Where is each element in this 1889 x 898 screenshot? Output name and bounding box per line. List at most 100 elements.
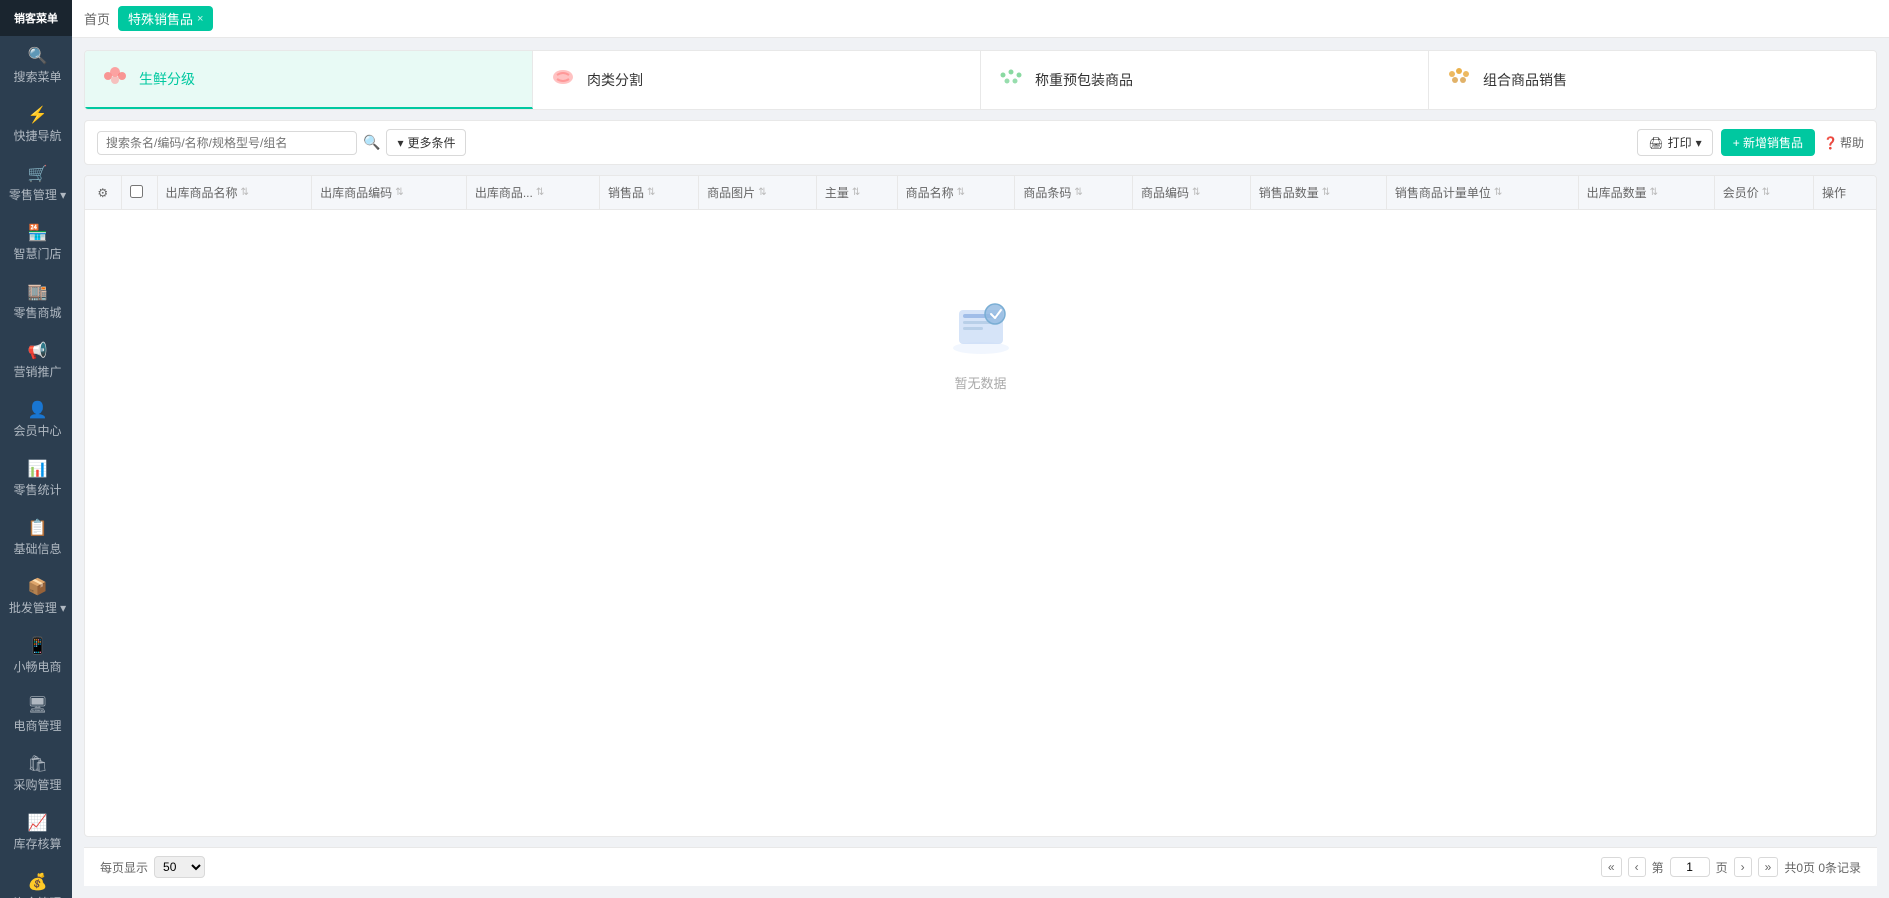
empty-illustration [941,290,1021,373]
search-area: 🔍 ▾ 更多条件 [97,129,1629,156]
sidebar-label-basic-info: 基础信息 [13,542,61,556]
sidebar-icon-batch-mgmt: 📦 [7,577,68,597]
sidebar-icon-retail-stats: 📊 [7,459,68,479]
meat-cut-icon [549,66,577,88]
col-sale-qty[interactable]: 销售品数量⇅ [1250,176,1386,210]
select-all-checkbox[interactable] [130,185,143,198]
help-icon: ❓ [1823,136,1838,150]
sidebar-icon-search-menu: 🔍 [7,46,68,66]
main-area: 首页 特殊销售品 × 生鲜分级 肉类分割 [72,0,1889,898]
active-tab-tag[interactable]: 特殊销售品 × [118,6,213,31]
sidebar-item-purchase-mgmt[interactable]: 🛍 采购管理 [0,744,72,803]
sidebar-item-quick-nav[interactable]: ⚡ 快捷导航 [0,95,72,154]
col-member-price[interactable]: 会员价⇅ [1714,176,1813,210]
filter-button[interactable]: ▾ 更多条件 [386,129,466,156]
next-page-button[interactable]: › [1734,857,1752,877]
sidebar-item-finance[interactable]: 💰资金管理 [0,862,72,898]
tab-card-icon-meat-cut [549,66,577,94]
sidebar-icon-member: 👤 [7,400,68,420]
page-unit: 页 [1716,859,1728,876]
last-page-button[interactable]: » [1758,857,1779,877]
prev-page-button[interactable]: ‹ [1628,857,1646,877]
page-size-select[interactable]: 10 20 50 100 [154,856,205,878]
tab-card-label-meat-cut: 肉类分割 [587,70,643,90]
col-sale-unit[interactable]: 销售商品计量单位⇅ [1386,176,1578,210]
col-out-name[interactable]: 出库商品名称⇅ [157,176,312,210]
col-out-qty[interactable]: 出库品数量⇅ [1578,176,1714,210]
tab-card-label-combo-sell: 组合商品销售 [1483,70,1567,90]
sidebar-icon-purchase-mgmt: 🛍 [7,754,68,774]
tab-card-fresh-grade[interactable]: 生鲜分级 [85,51,533,109]
total-label: 共0页 0条记录 [1784,859,1861,876]
sidebar-item-smart-store[interactable]: 🏪智慧门店 [0,213,72,272]
col-weight[interactable]: 主量⇅ [816,176,897,210]
col-goods-barcode[interactable]: 商品条码⇅ [1015,176,1133,210]
sidebar-item-mini-ecom[interactable]: 📱小畅电商 [0,626,72,685]
app-logo: 销客菜单 [0,0,72,36]
col-out-detail[interactable]: 出库商品...⇅ [466,176,599,210]
sidebar-icon-retail-mall: 🏬 [7,282,68,302]
sidebar-label-search-menu: 搜索菜单 [13,70,61,84]
sidebar-label-member: 会员中心 [13,424,61,438]
sidebar-item-retail-stats[interactable]: 📊零售统计 [0,449,72,508]
sidebar-item-retail-mall[interactable]: 🏬零售商城 [0,272,72,331]
col-goods-code[interactable]: 商品编码⇅ [1133,176,1251,210]
tab-card-icon-fresh-grade [101,65,129,93]
sidebar-item-promo[interactable]: 📢营销推广 [0,331,72,390]
col-out-code[interactable]: 出库商品编码⇅ [312,176,467,210]
search-input[interactable] [97,131,357,155]
tab-card-weight-pack[interactable]: 称重预包装商品 [981,51,1429,109]
sidebar-label-promo: 营销推广 [13,365,61,379]
col-goods-img[interactable]: 商品图片⇅ [699,176,817,210]
sidebar-label-ecom-mgmt: 电商管理 [13,719,61,733]
content-area: 生鲜分级 肉类分割 称重预包装商品 [72,38,1889,898]
page-size-label: 每页显示 [100,859,148,876]
pagination-left: 每页显示 10 20 50 100 [100,856,205,878]
close-tab-icon[interactable]: × [197,13,203,25]
sidebar-item-ecom-mgmt[interactable]: 🖥 电商管理 [0,685,72,744]
sidebar-item-inventory[interactable]: 📈库存核算 [0,803,72,862]
page-label: 第 [1652,859,1664,876]
sidebar-icon-quick-nav: ⚡ [7,105,68,125]
col-checkbox[interactable] [121,176,157,210]
home-link[interactable]: 首页 [84,9,110,28]
tab-card-label-fresh-grade: 生鲜分级 [139,69,195,89]
print-dropdown-icon: ▾ [1696,136,1702,150]
filter-label: 更多条件 [407,134,455,151]
sidebar-label-smart-store: 智慧门店 [13,247,61,261]
sidebar-icon-finance: 💰 [7,872,68,892]
topbar: 首页 特殊销售品 × [72,0,1889,38]
tab-card-group: 生鲜分级 肉类分割 称重预包装商品 [84,50,1877,110]
sidebar-icon-basic-info: 📋 [7,518,68,538]
add-product-button[interactable]: + 新增销售品 [1721,129,1815,156]
col-gear: ⚙ [85,176,121,210]
search-icon[interactable]: 🔍 [363,134,380,151]
sidebar-label-quick-nav: 快捷导航 [13,129,61,143]
col-goods-name[interactable]: 商品名称⇅ [897,176,1015,210]
sidebar-item-search-menu[interactable]: 🔍 搜索菜单 [0,36,72,95]
active-tab-label: 特殊销售品 [128,9,193,28]
help-button[interactable]: ❓ 帮助 [1823,134,1864,151]
col-operate: 操作 [1813,176,1876,210]
help-label: 帮助 [1840,134,1864,151]
sidebar-icon-ecom-mgmt: 🖥 [7,695,68,715]
products-table: ⚙ 出库商品名称⇅ 出库商品编码⇅ 出库商品...⇅ [85,176,1876,210]
sidebar-item-batch-mgmt[interactable]: 📦批发管理 ▾ [0,567,72,626]
sidebar-item-member[interactable]: 👤 会员中心 [0,390,72,449]
print-icon: 🖨 [1648,136,1663,150]
col-sale-goods[interactable]: 销售品⇅ [599,176,698,210]
print-button[interactable]: 🖨 打印 ▾ [1637,129,1712,156]
tab-card-combo-sell[interactable]: 组合商品销售 [1429,51,1876,109]
tab-card-meat-cut[interactable]: 肉类分割 [533,51,981,109]
tab-card-icon-weight-pack [997,66,1025,94]
sidebar-item-basic-info[interactable]: 📋 基础信息 [0,508,72,567]
combo-icon [1445,66,1473,88]
first-page-button[interactable]: « [1601,857,1622,877]
sidebar-label-purchase-mgmt: 采购管理 [13,778,61,792]
sidebar: 销客菜单 🔍 搜索菜单 ⚡ 快捷导航 🛒零售管理 ▾🏪智慧门店🏬零售商城📢营销推广 👤 会员… [0,0,72,898]
empty-state: 暂无数据 [85,210,1876,472]
print-label: 打印 [1668,134,1692,151]
page-input[interactable] [1670,857,1710,877]
sidebar-item-retail-mgmt[interactable]: 🛒零售管理 ▾ [0,154,72,213]
filter-icon: ▾ [397,136,403,150]
